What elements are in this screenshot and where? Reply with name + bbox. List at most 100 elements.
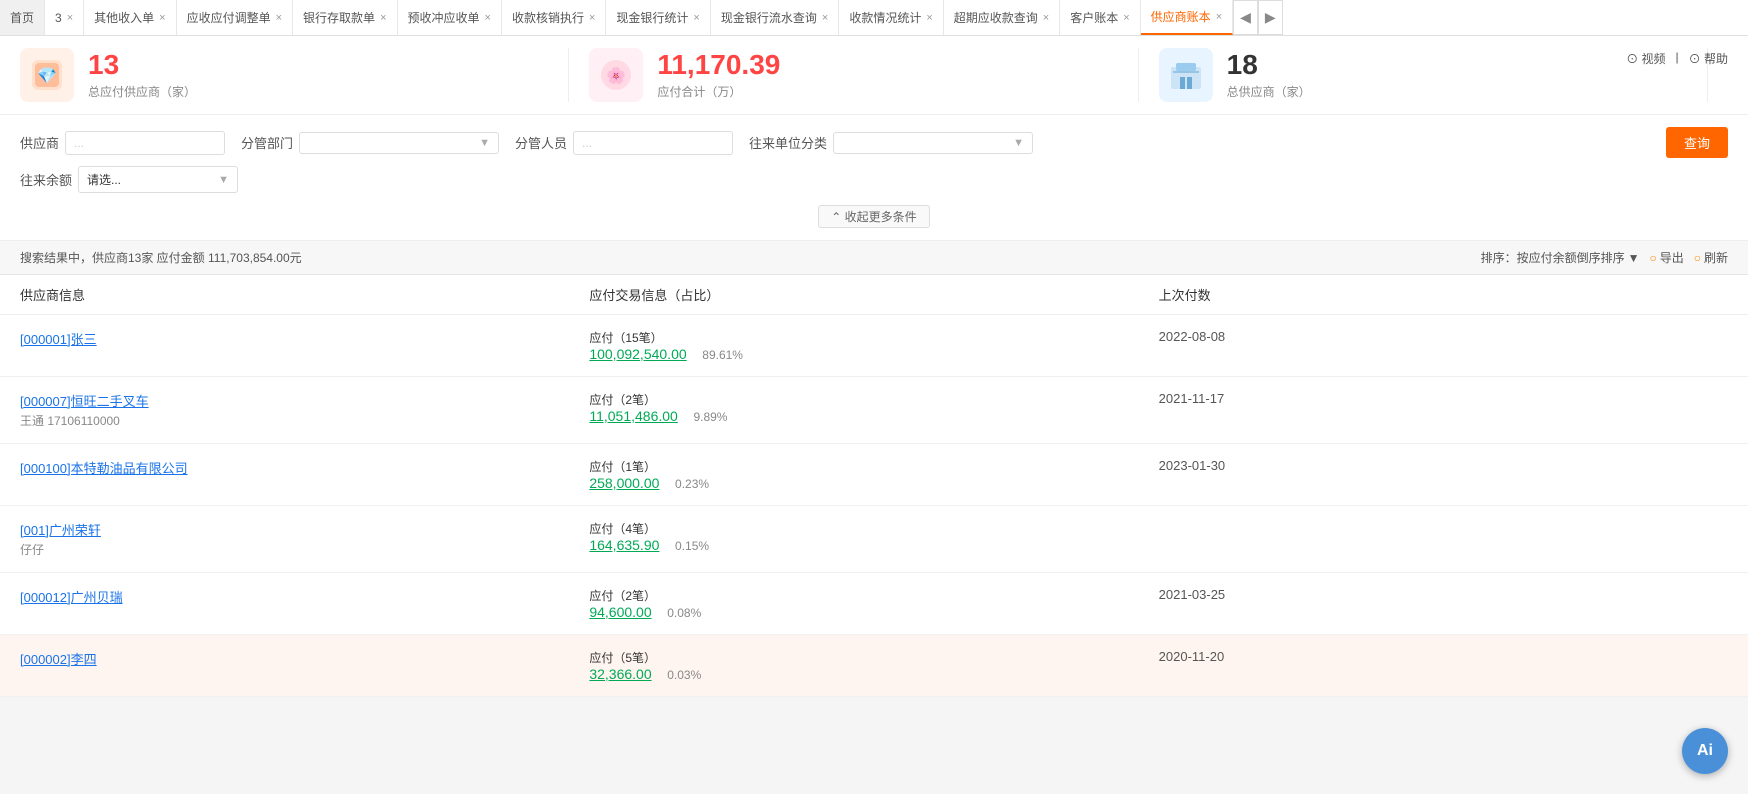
video-link[interactable]: ⊙ 视频 [1626,50,1665,67]
nav-item-home[interactable]: 首页 [0,0,45,35]
tx-amount-2[interactable]: 258,000.00 [589,475,659,491]
nav-prev-arrow[interactable]: ◀ [1233,0,1258,35]
nav-item-cash-bank-stats[interactable]: 现金银行统计 × [606,0,710,35]
tx-pct-0: 89.61% [702,348,743,362]
nav-label-advance-offset: 预收冲应收单 [408,9,480,26]
nav-item-supplier-ledger[interactable]: 供应商账本 × [1141,0,1233,35]
svg-text:💎: 💎 [37,67,57,85]
tx-label-1: 应付（2笔） [589,391,1158,408]
supplier-cell-4: [000012]广州贝瑞 [20,587,589,606]
supplier-cell-3: [001]广州荣轩 仔仔 [20,520,589,558]
sort-button[interactable]: 排序：按应付余额倒序排序 ▼ [1481,249,1640,266]
nav-item-advance-offset[interactable]: 预收冲应收单 × [398,0,502,35]
sort-arrow-icon: ▼ [1628,251,1640,265]
supplier-link-0[interactable]: [000001]张三 [20,329,589,348]
tx-amount-4[interactable]: 94,600.00 [589,604,651,620]
payable-suppliers-icon: 💎 [20,48,74,102]
filter-item-supplier: 供应商 ... [20,131,225,155]
nav-item-cash-bank-flow[interactable]: 现金银行流水查询 × [711,0,839,35]
sort-label: 排序：按应付余额倒序排序 [1481,249,1625,266]
close-icon-other-income[interactable]: × [159,12,165,24]
total-suppliers-icon [1159,48,1213,102]
stat-info-payable-total: 11,170.39 应付合计（万） [657,51,780,100]
export-button[interactable]: ○ 导出 [1649,249,1683,266]
tx-pct-4: 0.08% [667,606,701,620]
nav-item-other-income[interactable]: 其他收入单 × [84,0,176,35]
stat-info-payable-suppliers: 13 总应付供应商（家） [88,51,196,100]
nav-item-collection-stats[interactable]: 收款情况统计 × [839,0,943,35]
payable-total-label: 应付合计（万） [657,83,780,100]
close-icon-collection-verify[interactable]: × [589,12,595,24]
tx-cell-5: 应付（5笔） 32,366.00 0.03% [589,649,1158,682]
close-icon-customer-ledger[interactable]: × [1123,12,1129,24]
nav-item-3[interactable]: 3 × [45,0,84,35]
nav-label-bank-deposit: 银行存取款单 [303,9,375,26]
export-label: 导出 [1660,249,1684,266]
supplier-link-2[interactable]: [000100]本特勒油品有限公司 [20,458,589,477]
refresh-button[interactable]: ○ 刷新 [1694,249,1728,266]
col-header-tx: 应付交易信息（占比） [589,285,1158,304]
nav-label-supplier-ledger: 供应商账本 [1151,8,1211,25]
tx-label-4: 应付（2笔） [589,587,1158,604]
filter-item-balance: 往来余额 请选... ▼ [20,166,238,193]
table-row: [000001]张三 应付（15笔） 100,092,540.00 89.61%… [0,315,1748,377]
table-row: [000100]本特勒油品有限公司 应付（1笔） 258,000.00 0.23… [0,444,1748,506]
nav-label-3: 3 [55,11,62,25]
supplier-link-3[interactable]: [001]广州荣轩 [20,520,589,539]
collapse-button[interactable]: ⌃ 收起更多条件 [818,205,929,228]
payable-total-amount: 11,170.39 [657,51,780,79]
supplier-link-4[interactable]: [000012]广州贝瑞 [20,587,589,606]
dept-filter-select[interactable]: ▼ [299,132,499,154]
person-filter-label: 分管人员 [515,133,567,152]
nav-label-customer-ledger: 客户账本 [1070,9,1118,26]
nav-label-ar-ap-adjust: 应收应付调整单 [187,9,271,26]
close-icon-ar-ap-adjust[interactable]: × [276,12,282,24]
supplier-link-1[interactable]: [000007]恒旺二手叉车 [20,391,589,410]
tx-pct-3: 0.15% [675,539,709,553]
category-filter-select[interactable]: ▼ [833,132,1033,154]
balance-filter-select[interactable]: 请选... ▼ [78,166,238,193]
person-filter-input[interactable]: ... [573,131,733,155]
balance-dropdown-icon: ▼ [218,174,229,186]
nav-label-collection-verify: 收款核销执行 [512,9,584,26]
tx-amount-3[interactable]: 164,635.90 [589,537,659,553]
filter-row-2: 往来余额 请选... ▼ [20,166,1728,193]
nav-item-customer-ledger[interactable]: 客户账本 × [1060,0,1140,35]
supplier-cell-0: [000001]张三 [20,329,589,348]
close-icon-collection-stats[interactable]: × [926,12,932,24]
close-icon-supplier-ledger[interactable]: × [1216,11,1222,23]
close-icon-overdue-query[interactable]: × [1043,12,1049,24]
filter-item-category: 往来单位分类 ▼ [749,132,1033,154]
nav-next-arrow[interactable]: ▶ [1258,0,1283,35]
close-icon-cash-bank-flow[interactable]: × [822,12,828,24]
close-icon-cash-bank-stats[interactable]: × [693,12,699,24]
close-icon-bank-deposit[interactable]: × [380,12,386,24]
svg-text:🌸: 🌸 [606,66,626,85]
ai-button[interactable]: Ai [1682,728,1728,774]
tx-amount-5[interactable]: 32,366.00 [589,666,651,682]
stat-card-payable-suppliers: 💎 13 总应付供应商（家） [20,48,569,102]
results-summary: 搜索结果中，供应商13家 应付金额 111,703,854.00元 [20,249,302,266]
tx-amount-0[interactable]: 100,092,540.00 [589,346,686,362]
supplier-link-5[interactable]: [000002]李四 [20,649,589,668]
supplier-sub-1: 王通 17106110000 [20,412,589,429]
supplier-filter-input[interactable]: ... [65,131,225,155]
nav-item-collection-verify[interactable]: 收款核销执行 × [502,0,606,35]
tx-label-5: 应付（5笔） [589,649,1158,666]
tx-cell-2: 应付（1笔） 258,000.00 0.23% [589,458,1158,491]
table-row: [000007]恒旺二手叉车 王通 17106110000 应付（2笔） 11,… [0,377,1748,444]
table-header: 供应商信息 应付交易信息（占比） 上次付数 [0,275,1748,315]
nav-item-overdue-query[interactable]: 超期应收款查询 × [944,0,1060,35]
query-button[interactable]: 查询 [1666,127,1728,158]
nav-item-ar-ap-adjust[interactable]: 应收应付调整单 × [177,0,293,35]
stat-card-payable-total: 🌸 11,170.39 应付合计（万） [589,48,1138,102]
nav-bar: 首页 3 × 其他收入单 × 应收应付调整单 × 银行存取款单 × 预收冲应收单… [0,0,1748,36]
close-icon-advance-offset[interactable]: × [485,12,491,24]
help-link[interactable]: ⊙ 帮助 [1689,50,1728,67]
last-pay-1: 2021-11-17 [1159,391,1728,406]
tx-amount-1[interactable]: 11,051,486.00 [589,408,678,424]
filter-bar: 供应商 ... 分管部门 ▼ 分管人员 ... 往来单位分类 ▼ 查询 [0,115,1748,241]
nav-item-bank-deposit[interactable]: 银行存取款单 × [293,0,397,35]
filter-item-dept: 分管部门 ▼ [241,132,499,154]
close-icon-3[interactable]: × [67,12,73,24]
